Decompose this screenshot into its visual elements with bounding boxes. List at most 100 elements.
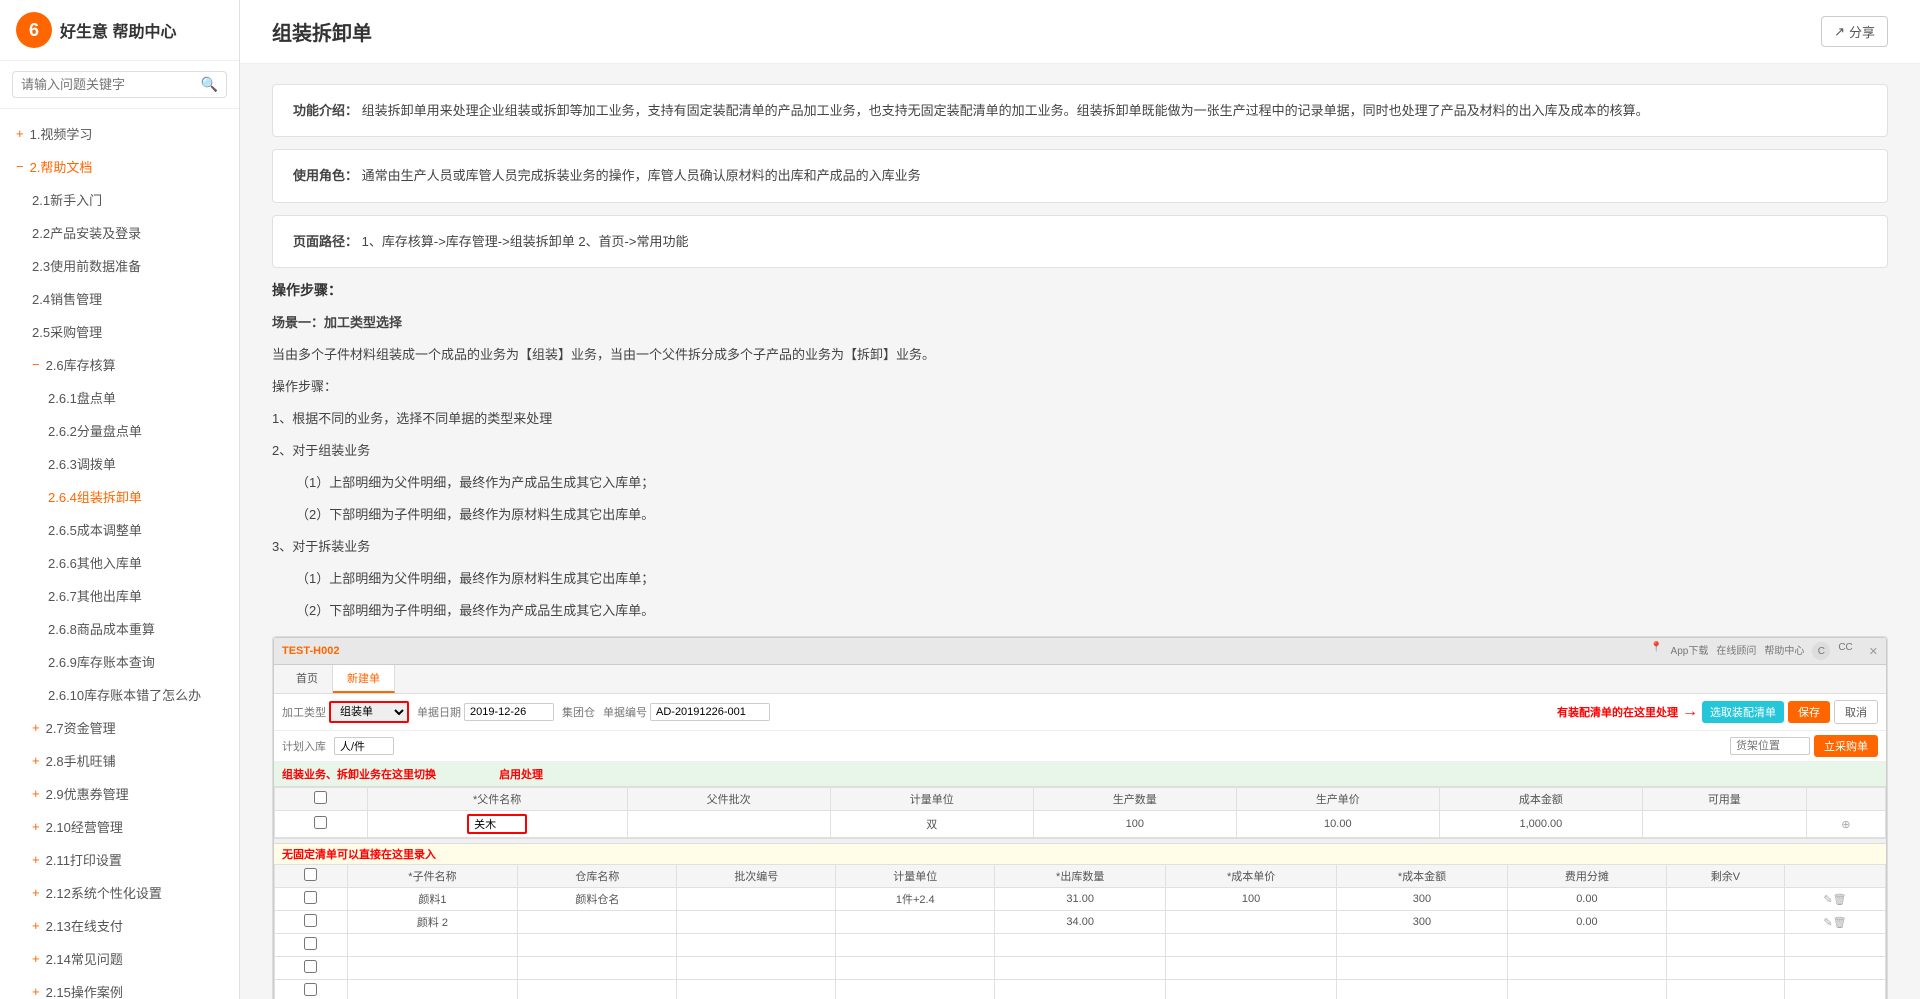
qty-label: 计划入库 bbox=[282, 738, 326, 754]
step2-sub1: （1）上部明细为父件明细，最终作为产成品生成其它入库单； bbox=[272, 470, 1888, 496]
sidebar-item-purchase[interactable]: 2.5采购管理 bbox=[0, 315, 239, 348]
enable-btn[interactable]: 立采购单 bbox=[1814, 735, 1878, 757]
assembly-list-btn[interactable]: 选取装配清单 bbox=[1702, 701, 1784, 723]
annotation1-text: 有装配清单的在这里处理 bbox=[1557, 704, 1678, 720]
search-input[interactable] bbox=[21, 77, 201, 92]
bth-child-name: *子件名称 bbox=[347, 865, 518, 888]
plus-icon-case: + bbox=[32, 984, 40, 999]
sidebar-item-video[interactable]: + 1.视频学习 bbox=[0, 117, 239, 150]
logo-text: 好生意 帮助中心 bbox=[60, 18, 176, 42]
sidebar-item-2-6-10[interactable]: 2.6.10库存账本错了怎么办 bbox=[0, 678, 239, 711]
content-header: 组装拆卸单 ↗ 分享 bbox=[240, 0, 1920, 64]
path-text: 1、库存核算->库存管理->组装拆卸单 2、首页->常用功能 bbox=[362, 234, 689, 249]
mock-body: 首页 新建单 加工类型 组装单 bbox=[274, 665, 1886, 999]
plus-icon-faq: + bbox=[32, 951, 40, 966]
sidebar-item-2-6-4[interactable]: 2.6.4组装拆卸单 bbox=[0, 480, 239, 513]
search-box: 🔍 bbox=[12, 71, 227, 98]
date-field: 单据日期 bbox=[417, 703, 554, 721]
screenshot-container: TEST-H002 📍 App下载 在线顾问 帮助中心 C CC ✕ bbox=[272, 636, 1888, 999]
row-delete-icon2[interactable]: 🗑 bbox=[1833, 917, 1847, 929]
steps-section: 操作步骤： 场景一：加工类型选择 当由多个子件材料组装成一个成品的业务为【组装】… bbox=[272, 280, 1888, 624]
bth-expense-share: 费用分摊 bbox=[1507, 865, 1666, 888]
nav-item-label: 2.15操作案例 bbox=[46, 982, 123, 999]
nav-item-label: 2.2产品安装及登录 bbox=[32, 223, 141, 242]
top-table-header-row: *父件名称 父件批次 计量单位 生产数量 生产单价 成本金额 可用量 bbox=[275, 788, 1886, 811]
tab-newbill[interactable]: 新建单 bbox=[333, 665, 395, 693]
th-unit: 计量单位 bbox=[830, 788, 1033, 811]
tab-home[interactable]: 首页 bbox=[282, 665, 333, 693]
nav-item-label: 2.6.10库存账本错了怎么办 bbox=[48, 685, 201, 704]
intro-block: 功能介绍： 组装拆卸单用来处理企业组装或拆卸等加工业务，支持有固定装配清单的产品… bbox=[272, 84, 1888, 137]
sidebar-item-finance[interactable]: + 2.7资金管理 bbox=[0, 711, 239, 744]
sidebar-item-docs[interactable]: − 2.帮助文档 bbox=[0, 150, 239, 183]
id-input[interactable] bbox=[650, 703, 770, 721]
nav-item-label: 2.3使用前数据准备 bbox=[32, 256, 141, 275]
sidebar-item-mobile[interactable]: + 2.8手机旺铺 bbox=[0, 744, 239, 777]
sidebar-item-2-6-5[interactable]: 2.6.5成本调整单 bbox=[0, 513, 239, 546]
role-label: 使用角色： bbox=[293, 168, 358, 183]
bth-out-qty: *出库数量 bbox=[995, 865, 1166, 888]
sidebar-item-online-pay[interactable]: + 2.13在线支付 bbox=[0, 909, 239, 942]
save-btn[interactable]: 保存 bbox=[1788, 701, 1830, 723]
sidebar-item-data-prep[interactable]: 2.3使用前数据准备 bbox=[0, 249, 239, 282]
date-label: 单据日期 bbox=[417, 704, 461, 720]
share-button[interactable]: ↗ 分享 bbox=[1821, 16, 1888, 47]
group-label: 集团仓 bbox=[562, 704, 595, 720]
nav-item-label: 2.6.9库存账本查询 bbox=[48, 652, 155, 671]
plus-icon: + bbox=[16, 126, 24, 141]
sidebar-item-2-6-2[interactable]: 2.6.2分量盘点单 bbox=[0, 414, 239, 447]
content-body: 功能介绍： 组装拆卸单用来处理企业组装或拆卸等加工业务，支持有固定装配清单的产品… bbox=[240, 64, 1920, 999]
sidebar-item-operation[interactable]: + 2.10经营管理 bbox=[0, 810, 239, 843]
qty-input[interactable] bbox=[334, 737, 394, 755]
scenario1-desc: 当由多个子件材料组装成一个成品的业务为【组装】业务，当由一个父件拆分成多个子产品… bbox=[272, 342, 1888, 368]
nav-item-label: 2.6.8商品成本重算 bbox=[48, 619, 155, 638]
sidebar-item-2-6-8[interactable]: 2.6.8商品成本重算 bbox=[0, 612, 239, 645]
page-title: 组装拆卸单 bbox=[272, 17, 372, 46]
nav-item-label: 2.6库存核算 bbox=[46, 355, 116, 374]
plus-icon-finance: + bbox=[32, 720, 40, 735]
step2-sub2: （2）下部明细为子件明细，最终作为原材料生成其它出库单。 bbox=[272, 502, 1888, 528]
search-icon[interactable]: 🔍 bbox=[201, 76, 218, 93]
share-label: 分享 bbox=[1849, 22, 1875, 41]
sidebar-item-print[interactable]: + 2.11打印设置 bbox=[0, 843, 239, 876]
bth-cost-amount: *成本金额 bbox=[1337, 865, 1508, 888]
sidebar-item-case[interactable]: + 2.15操作案例 bbox=[0, 975, 239, 999]
annotation-bar: 组装业务、拆卸业务在这里切换 启用处理 bbox=[274, 762, 1886, 787]
row-edit-icon[interactable]: ✎ bbox=[1823, 894, 1832, 906]
sidebar-item-install[interactable]: 2.2产品安装及登录 bbox=[0, 216, 239, 249]
sidebar-item-coupon[interactable]: + 2.9优惠券管理 bbox=[0, 777, 239, 810]
nav-item-label: 2.1新手入门 bbox=[32, 190, 102, 209]
sidebar-item-sales[interactable]: 2.4销售管理 bbox=[0, 282, 239, 315]
sidebar-item-2-6-6[interactable]: 2.6.6其他入库单 bbox=[0, 546, 239, 579]
path-label: 页面路径： bbox=[293, 234, 358, 249]
parent-name-input[interactable] bbox=[467, 814, 527, 834]
role-text: 通常由生产人员或库管人员完成拆装业务的操作，库管人员确认原材料的出库和产成品的入… bbox=[362, 168, 921, 183]
id-field: 单据编号 bbox=[603, 703, 770, 721]
step3-sub2: （2）下部明细为子件明细，最终作为产成品生成其它入库单。 bbox=[272, 598, 1888, 624]
type-select[interactable]: 组装单 拆卸单 bbox=[329, 701, 409, 723]
sidebar-item-label: 1.视频学习 bbox=[30, 124, 93, 143]
bottom-table: *子件名称 仓库名称 批次编号 计量单位 *出库数量 *成本单价 *成本金额 费… bbox=[274, 864, 1886, 999]
bottom-table-row-4 bbox=[275, 957, 1886, 980]
bottom-table-row-3 bbox=[275, 934, 1886, 957]
top-table-row: 双 100 10.00 1,000.00 ⊕ bbox=[275, 811, 1886, 838]
sidebar-item-2-6-9[interactable]: 2.6.9库存账本查询 bbox=[0, 645, 239, 678]
enable-input[interactable] bbox=[1730, 737, 1810, 755]
close-icon[interactable]: ✕ bbox=[1869, 645, 1878, 658]
row-action-icon[interactable]: ⊕ bbox=[1841, 819, 1850, 831]
sidebar-item-2-6-3[interactable]: 2.6.3调拨单 bbox=[0, 447, 239, 480]
type-label: 加工类型 bbox=[282, 704, 326, 720]
date-input[interactable] bbox=[464, 703, 554, 721]
row-edit-icon2[interactable]: ✎ bbox=[1823, 917, 1832, 929]
top-table-section: *父件名称 父件批次 计量单位 生产数量 生产单价 成本金额 可用量 bbox=[274, 787, 1886, 838]
sidebar-item-newbie[interactable]: 2.1新手入门 bbox=[0, 183, 239, 216]
cancel-btn[interactable]: 取消 bbox=[1834, 700, 1878, 724]
sidebar-item-faq[interactable]: + 2.14常见问题 bbox=[0, 942, 239, 975]
arrow-right-icon: → bbox=[1682, 703, 1698, 721]
sidebar-item-inventory[interactable]: − 2.6库存核算 bbox=[0, 348, 239, 381]
row-delete-icon[interactable]: 🗑 bbox=[1833, 894, 1847, 906]
th-parent-batch: 父件批次 bbox=[627, 788, 830, 811]
sidebar-item-2-6-7[interactable]: 2.6.7其他出库单 bbox=[0, 579, 239, 612]
sidebar-item-2-6-1[interactable]: 2.6.1盘点单 bbox=[0, 381, 239, 414]
sidebar-item-custom[interactable]: + 2.12系统个性化设置 bbox=[0, 876, 239, 909]
